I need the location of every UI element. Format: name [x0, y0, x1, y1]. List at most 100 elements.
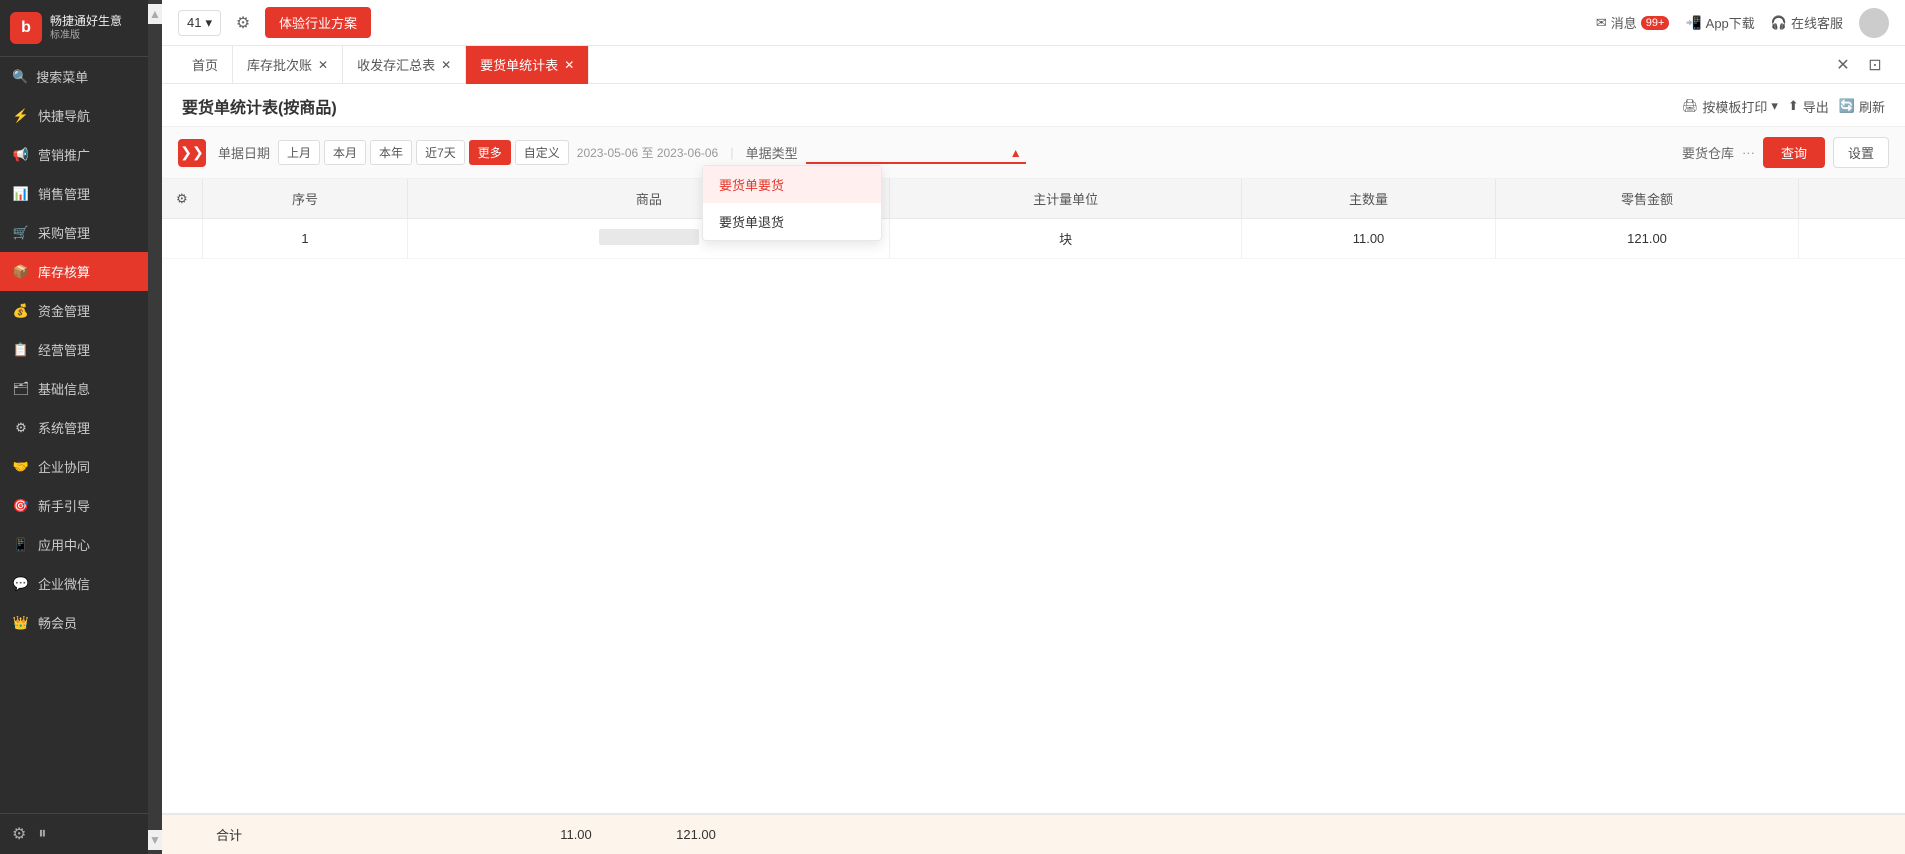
- sidebar-item-app-center[interactable]: 📱 应用中心: [0, 525, 148, 564]
- date-btn-more[interactable]: 更多: [469, 140, 511, 165]
- type-dropdown: 要货单要货 要货单退货: [702, 165, 882, 241]
- cell-unit: 块: [890, 219, 1241, 259]
- inventory-icon: 📦: [12, 263, 30, 281]
- user-avatar[interactable]: [1859, 8, 1889, 38]
- date-btn-last-month[interactable]: 上月: [278, 140, 320, 165]
- sidebar-scroll-up[interactable]: ▲: [148, 4, 162, 24]
- sidebar-item-operations[interactable]: 📋 经营管理: [0, 330, 148, 369]
- tab-order-stat[interactable]: 要货单统计表 ✕: [466, 46, 589, 84]
- search-menu[interactable]: 🔍 搜索菜单: [0, 57, 148, 96]
- app-logo: b: [10, 12, 42, 44]
- close-tab-order-stat[interactable]: ✕: [564, 58, 574, 72]
- tab-home[interactable]: 首页: [178, 46, 233, 84]
- sidebar-item-enterprise-collab[interactable]: 🤝 企业协同: [0, 447, 148, 486]
- enterprise-wechat-icon: 💬: [12, 575, 30, 593]
- sidebar-item-basic-info[interactable]: 🗂 基础信息: [0, 369, 148, 408]
- tab-expand-button[interactable]: ⊡: [1861, 51, 1889, 79]
- print-button[interactable]: 🖨 按模板打印 ▾: [1682, 97, 1778, 116]
- cell-extra: [1798, 219, 1905, 259]
- close-tab-inventory-batch[interactable]: ✕: [318, 58, 328, 72]
- tab-inventory-batch[interactable]: 库存批次账 ✕: [233, 46, 343, 84]
- tabs-bar: 首页 库存批次账 ✕ 收发存汇总表 ✕ 要货单统计表 ✕ ✕ ⊡: [162, 46, 1905, 84]
- sidebar-item-marketing[interactable]: 📢 营销推广: [0, 135, 148, 174]
- sidebar-item-label: 基础信息: [38, 379, 90, 398]
- sidebar-footer: ⚙ ⏸: [0, 813, 148, 854]
- app-download-button[interactable]: 📲 App下载: [1685, 13, 1754, 32]
- dropdown-item-yaohuo[interactable]: 要货单要货: [703, 166, 881, 203]
- date-btn-this-year[interactable]: 本年: [370, 140, 412, 165]
- tab-close-all-button[interactable]: ✕: [1829, 51, 1857, 79]
- sidebar-item-label: 资金管理: [38, 301, 90, 320]
- sidebar-item-label: 销售管理: [38, 184, 90, 203]
- col-amount: 零售金额: [1496, 179, 1799, 219]
- system-icon: ⚙: [12, 419, 30, 437]
- settings-button[interactable]: 设置: [1833, 137, 1889, 168]
- col-seq: 序号: [202, 179, 408, 219]
- export-button[interactable]: ⬆ 导出: [1788, 97, 1829, 116]
- print-chevron-icon: ▾: [1771, 98, 1778, 114]
- footer-label: 合计: [176, 825, 416, 844]
- cell-seq: 1: [202, 219, 408, 259]
- footer-qty: 11.00: [516, 827, 636, 842]
- filter-expand-button[interactable]: ❯❯: [178, 139, 206, 167]
- newbie-icon: 🎯: [12, 497, 30, 515]
- type-select-input[interactable]: [806, 141, 1026, 164]
- sidebar-item-sales[interactable]: 📊 销售管理: [0, 174, 148, 213]
- sidebar-item-newbie[interactable]: 🎯 新手引导: [0, 486, 148, 525]
- sidebar-item-purchase[interactable]: 🛒 采购管理: [0, 213, 148, 252]
- dropdown-item-tuihuo[interactable]: 要货单退货: [703, 203, 881, 240]
- export-icon: ⬆: [1788, 98, 1799, 114]
- settings-col-icon[interactable]: ⚙: [176, 191, 188, 206]
- sidebar-item-enterprise-wechat[interactable]: 💬 企业微信: [0, 564, 148, 603]
- messages-button[interactable]: ✉ 消息 99+: [1596, 13, 1670, 32]
- finance-icon: 💰: [12, 302, 30, 320]
- online-service-button[interactable]: 🎧 在线客服: [1771, 13, 1843, 32]
- sidebar-item-system[interactable]: ⚙ 系统管理: [0, 408, 148, 447]
- filter-bar: ❯❯ 单据日期 上月 本月 本年 近7天 更多 自定义 2023-05-06 至…: [162, 127, 1905, 179]
- app-title: 畅捷通好生意 标准版: [50, 14, 122, 43]
- sidebar-item-quick-nav[interactable]: ⚡ 快捷导航: [0, 96, 148, 135]
- refresh-button[interactable]: 🔄 刷新: [1839, 97, 1885, 116]
- type-chevron-icon[interactable]: ▲: [1010, 146, 1022, 160]
- page-title: 要货单统计表(按商品): [182, 94, 337, 118]
- print-icon: 🖨: [1682, 98, 1699, 114]
- topbar-right: ✉ 消息 99+ 📲 App下载 🎧 在线客服: [1596, 8, 1889, 38]
- topbar-gear-button[interactable]: ⚙: [229, 9, 257, 37]
- type-filter-label: 单据类型: [746, 143, 798, 162]
- date-btn-7days[interactable]: 近7天: [416, 140, 465, 165]
- store-selector[interactable]: 41 ▾: [178, 10, 221, 36]
- date-btn-this-month[interactable]: 本月: [324, 140, 366, 165]
- sidebar-item-inventory[interactable]: 📦 库存核算: [0, 252, 148, 291]
- date-buttons: 上月 本月 本年 近7天 更多 自定义: [278, 140, 569, 165]
- warehouse-group: 要货仓库 ··· 查询 设置: [1682, 137, 1889, 168]
- sidebar-item-label: 营销推广: [38, 145, 90, 164]
- basic-info-icon: 🗂: [12, 380, 30, 398]
- table-header-row: ⚙ 序号 商品 主计量单位 主数量 零售金额: [162, 179, 1905, 219]
- table-footer: 合计 11.00 121.00: [162, 813, 1905, 854]
- sidebar-item-label: 应用中心: [38, 535, 90, 554]
- industry-plan-button[interactable]: 体验行业方案: [265, 7, 371, 38]
- sidebar-scroll-down[interactable]: ▼: [148, 830, 162, 850]
- operations-icon: 📋: [12, 341, 30, 359]
- sidebar-item-vip[interactable]: 👑 畅会员: [0, 603, 148, 642]
- table-wrapper: ⚙ 序号 商品 主计量单位 主数量 零售金额 1: [162, 179, 1905, 813]
- type-input-wrapper: ▲: [806, 141, 1026, 164]
- chevron-down-icon: ▾: [205, 15, 212, 31]
- pause-footer-icon[interactable]: ⏸: [38, 825, 46, 843]
- headset-icon: 🎧: [1771, 15, 1787, 31]
- warehouse-filter-label: 要货仓库: [1682, 143, 1734, 162]
- warehouse-more-icon[interactable]: ···: [1742, 145, 1755, 160]
- date-btn-custom[interactable]: 自定义: [515, 140, 569, 165]
- app-center-icon: 📱: [12, 536, 30, 554]
- tab-collect-summary[interactable]: 收发存汇总表 ✕: [343, 46, 466, 84]
- purchase-icon: 🛒: [12, 224, 30, 242]
- query-button[interactable]: 查询: [1763, 137, 1825, 168]
- settings-footer-icon[interactable]: ⚙: [12, 824, 26, 844]
- close-tab-collect-summary[interactable]: ✕: [441, 58, 451, 72]
- sidebar-nav: ⚡ 快捷导航 📢 营销推广 📊 销售管理 🛒 采购管理 📦 库存核算 💰 资金管…: [0, 96, 148, 813]
- page-content: 要货单统计表(按商品) 🖨 按模板打印 ▾ ⬆ 导出 🔄 刷新 ❯❯: [162, 84, 1905, 854]
- data-table: ⚙ 序号 商品 主计量单位 主数量 零售金额 1: [162, 179, 1905, 259]
- sidebar-item-finance[interactable]: 💰 资金管理: [0, 291, 148, 330]
- enterprise-collab-icon: 🤝: [12, 458, 30, 476]
- message-icon: ✉: [1596, 15, 1607, 31]
